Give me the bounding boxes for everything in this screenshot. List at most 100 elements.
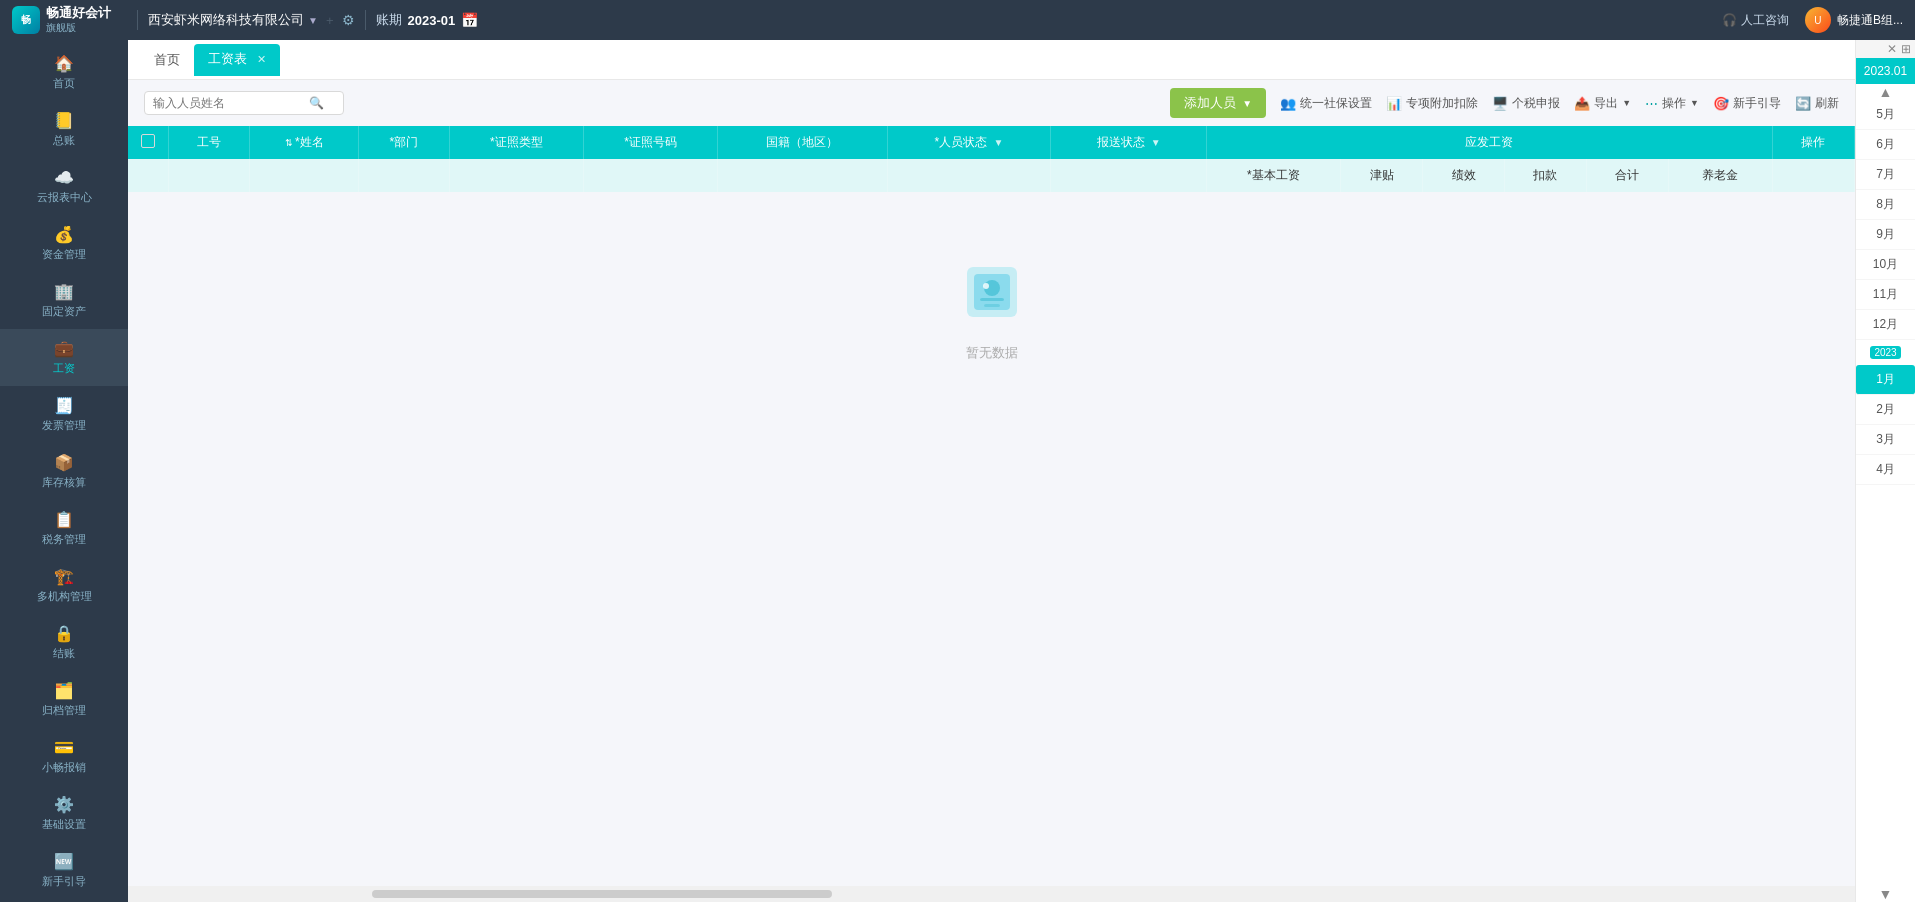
tax-icon-toolbar: 🖥️ (1492, 96, 1508, 111)
refresh-button[interactable]: 🔄 刷新 (1795, 95, 1839, 112)
month-item-4-2023[interactable]: 4月 (1856, 455, 1915, 485)
social-security-icon: 👥 (1280, 96, 1296, 111)
special-deduction-label: 专项附加扣除 (1406, 95, 1478, 112)
sidebar-label-inventory: 库存核算 (42, 475, 86, 490)
select-all-checkbox[interactable] (141, 134, 155, 148)
sidebar-item-salary[interactable]: 💼 工资 (0, 329, 128, 386)
service-button[interactable]: 🎧 人工咨询 (1722, 12, 1789, 29)
tax-report-button[interactable]: 🖥️ 个税申报 (1492, 95, 1560, 112)
sidebar-label-close: 结账 (53, 646, 75, 661)
month-item-5[interactable]: 5月 (1856, 100, 1915, 130)
search-input-wrap: 🔍 (144, 91, 344, 115)
report-filter-icon[interactable]: ▼ (1151, 137, 1161, 148)
sidebar-item-invoice[interactable]: 🧾 发票管理 (0, 386, 128, 443)
plus-icon[interactable]: + (326, 13, 334, 28)
sidebar-label-salary: 工资 (53, 361, 75, 376)
sidebar: 🏠 首页 📒 总账 ☁️ 云报表中心 💰 资金管理 🏢 固定资产 💼 工资 (0, 40, 128, 902)
search-input[interactable] (153, 96, 303, 110)
month-item-10[interactable]: 10月 (1856, 250, 1915, 280)
content-area: 首页 工资表 ✕ 🔍 添加人员 ▼ (128, 40, 1855, 902)
sidebar-label-tax: 税务管理 (42, 532, 86, 547)
add-btn-label: 添加人员 (1184, 94, 1236, 112)
export-button[interactable]: 📤 导出 ▼ (1574, 95, 1631, 112)
svg-rect-4 (984, 304, 1000, 307)
month-item-11[interactable]: 11月 (1856, 280, 1915, 310)
sidebar-item-home[interactable]: 🏠 首页 (0, 44, 128, 101)
month-item-8[interactable]: 8月 (1856, 190, 1915, 220)
svg-rect-3 (980, 298, 1004, 301)
th-salary-group: 应发工资 (1206, 126, 1772, 159)
month-item-2-2023[interactable]: 2月 (1856, 395, 1915, 425)
invoice-icon: 🧾 (54, 396, 74, 415)
month-item-7[interactable]: 7月 (1856, 160, 1915, 190)
logo-area: 畅 畅通好会计 旗舰版 (12, 5, 111, 35)
logo-sub: 旗舰版 (46, 21, 111, 35)
th2-action (1772, 159, 1854, 192)
month-item-3-2023[interactable]: 3月 (1856, 425, 1915, 455)
panel-close-button[interactable]: ✕ (1887, 42, 1897, 56)
add-person-button[interactable]: 添加人员 ▼ (1170, 88, 1266, 118)
sidebar-item-close[interactable]: 🔒 结账 (0, 614, 128, 671)
sidebar-item-assets[interactable]: 🏢 固定资产 (0, 272, 128, 329)
guide-button[interactable]: 🎯 新手引导 (1713, 95, 1781, 112)
company-selector[interactable]: 西安虾米网络科技有限公司 ▼ (148, 11, 318, 29)
salary-table: 工号 ⇅*姓名 *部门 *证照类型 *证照号码 国籍（地区） *人员状态 ▼ (128, 126, 1855, 192)
month-item-9[interactable]: 9月 (1856, 220, 1915, 250)
special-deduction-button[interactable]: 📊 专项附加扣除 (1386, 95, 1478, 112)
month-item-1-2023[interactable]: 1月 (1856, 365, 1915, 395)
operation-button[interactable]: ⋯ 操作 ▼ (1645, 95, 1699, 112)
sidebar-item-expense[interactable]: 💳 小畅报销 (0, 728, 128, 785)
sidebar-label-guide: 新手引导 (42, 874, 86, 889)
user-label: 畅捷通B组... (1837, 12, 1903, 29)
top-bar: 畅 畅通好会计 旗舰版 西安虾米网络科技有限公司 ▼ + ⚙ 账期 2023-0… (0, 0, 1915, 40)
operation-dropdown-icon: ▼ (1690, 98, 1699, 108)
guide-toolbar-icon: 🎯 (1713, 96, 1729, 111)
divider-1 (137, 10, 138, 30)
tab-close-icon[interactable]: ✕ (257, 53, 266, 65)
sidebar-label-settings: 基础设置 (42, 817, 86, 832)
th2-id-num (583, 159, 717, 192)
sidebar-label-archive: 归档管理 (42, 703, 86, 718)
empty-text: 暂无数据 (966, 344, 1018, 362)
tab-salary-label: 工资表 (208, 51, 247, 66)
panel-up-arrow[interactable]: ▲ (1856, 84, 1915, 100)
operation-icon: ⋯ (1645, 96, 1658, 111)
user-area[interactable]: U 畅捷通B组... (1805, 7, 1903, 33)
sidebar-item-settings[interactable]: ⚙️ 基础设置 (0, 785, 128, 842)
social-security-button[interactable]: 👥 统一社保设置 (1280, 95, 1372, 112)
th-report-status: 报送状态 ▼ (1051, 126, 1206, 159)
archive-icon: 🗂️ (54, 681, 74, 700)
th2-insurance: 养老金 (1668, 159, 1772, 192)
year-2023-badge-container: 2023 (1856, 340, 1915, 365)
settings-icon[interactable]: ⚙ (342, 12, 355, 28)
sidebar-item-ledger[interactable]: 📒 总账 (0, 101, 128, 158)
sidebar-item-tax[interactable]: 📋 税务管理 (0, 500, 128, 557)
scrollbar-thumb[interactable] (372, 890, 832, 898)
month-item-12[interactable]: 12月 (1856, 310, 1915, 340)
tab-home[interactable]: 首页 (140, 45, 194, 75)
th2-base-salary: *基本工资 (1206, 159, 1340, 192)
tab-salary-table[interactable]: 工资表 ✕ (194, 44, 280, 76)
sidebar-item-archive[interactable]: 🗂️ 归档管理 (0, 671, 128, 728)
th-check (128, 126, 168, 159)
status-filter-icon[interactable]: ▼ (994, 137, 1004, 148)
close-period-icon: 🔒 (54, 624, 74, 643)
sidebar-item-cloud[interactable]: ☁️ 云报表中心 (0, 158, 128, 215)
inventory-icon: 📦 (54, 453, 74, 472)
sidebar-item-multi[interactable]: 🏗️ 多机构管理 (0, 557, 128, 614)
sidebar-item-funds[interactable]: 💰 资金管理 (0, 215, 128, 272)
calendar-icon[interactable]: 📅 (461, 12, 478, 28)
sidebar-item-guide[interactable]: 🆕 新手引导 (0, 842, 128, 899)
export-dropdown-icon: ▼ (1622, 98, 1631, 108)
panel-period-header: 2023.01 (1856, 58, 1915, 84)
export-icon: 📤 (1574, 96, 1590, 111)
panel-down-arrow[interactable]: ▼ (1856, 886, 1915, 902)
panel-expand-button[interactable]: ⊞ (1901, 42, 1911, 56)
th2-deduction: 扣款 (1505, 159, 1587, 192)
sidebar-item-inventory[interactable]: 📦 库存核算 (0, 443, 128, 500)
divider-2 (365, 10, 366, 30)
th-id-type: *证照类型 (449, 126, 583, 159)
guide-icon: 🆕 (54, 852, 74, 871)
sidebar-label-funds: 资金管理 (42, 247, 86, 262)
month-item-6[interactable]: 6月 (1856, 130, 1915, 160)
